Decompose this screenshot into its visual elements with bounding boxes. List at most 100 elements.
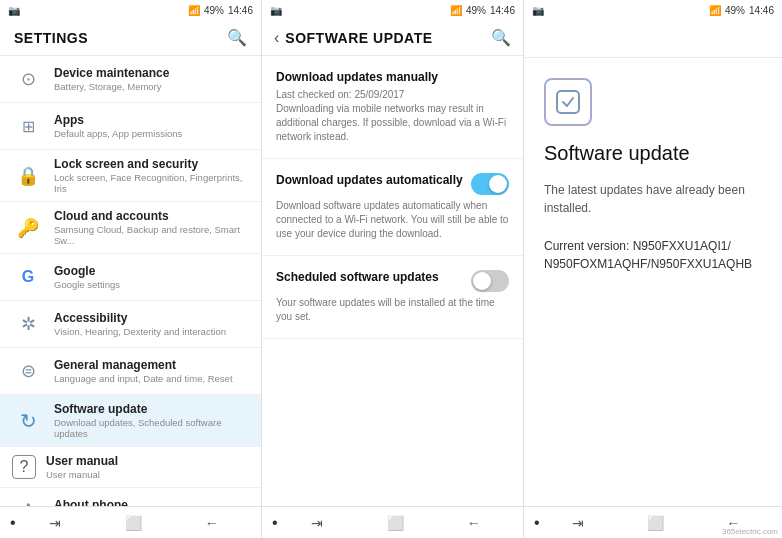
scheduled-updates-option[interactable]: Scheduled software updates Your software… [262, 256, 523, 339]
battery-2: 49% [466, 5, 486, 16]
download-automatically-option[interactable]: Download updates automatically Download … [262, 159, 523, 256]
general-text: General management Language and input, D… [54, 358, 233, 384]
download-automatically-header: Download updates automatically [276, 173, 509, 195]
cloud-subtitle: Samsung Cloud, Backup and restore, Smart… [54, 224, 249, 246]
software-update-search[interactable]: 🔍 [491, 28, 511, 47]
apps-icon: ⊞ [12, 110, 44, 142]
battery-3: 49% [725, 5, 745, 16]
status-right-3: 📶 49% 14:46 [709, 5, 774, 16]
lock-screen-text: Lock screen and security Lock screen, Fa… [54, 157, 249, 194]
back-button[interactable]: ‹ [274, 29, 279, 47]
apps-text: Apps Default apps, App permissions [54, 113, 182, 139]
download-manually-header: Download updates manually [276, 70, 509, 84]
user-manual-title: User manual [46, 454, 118, 468]
apps-subtitle: Default apps, App permissions [54, 128, 182, 139]
time-2: 14:46 [490, 5, 515, 16]
download-automatically-desc: Download software updates automatically … [276, 199, 509, 241]
watermark: 365electric.com [722, 527, 778, 536]
software-update-header: ‹ SOFTWARE UPDATE 🔍 [262, 20, 523, 56]
version-text: Current version: N950FXXU1AQI1/ N950FOXM… [544, 239, 752, 271]
accessibility-title: Accessibility [54, 311, 226, 325]
download-manually-desc: Last checked on: 25/09/2017Downloading v… [276, 88, 509, 144]
status-left-2: 📷 [270, 5, 282, 16]
scheduled-toggle[interactable] [471, 270, 509, 292]
cloud-icon: 🔑 [12, 212, 44, 244]
nav-recent-1[interactable]: ⇥ [16, 515, 94, 531]
user-manual-text: User manual User manual [46, 454, 118, 480]
bottom-nav-2: • ⇥ ⬜ ← [262, 506, 523, 538]
apps-title: Apps [54, 113, 182, 127]
download-auto-toggle[interactable] [471, 173, 509, 195]
settings-header: SETTINGS 🔍 [0, 20, 261, 56]
toggle-knob-auto [489, 175, 507, 193]
user-manual-icon: ? [12, 455, 36, 479]
settings-item-about[interactable]: ℹ About phone Status, Legal information,… [0, 488, 261, 506]
settings-item-google[interactable]: G Google Google settings [0, 254, 261, 301]
status-right-2: 📶 49% 14:46 [450, 5, 515, 16]
camera-icon-3: 📷 [532, 5, 544, 16]
google-text: Google Google settings [54, 264, 120, 290]
scheduled-updates-header: Scheduled software updates [276, 270, 509, 292]
about-text: About phone Status, Legal information, D… [54, 498, 220, 506]
nav-home-2[interactable]: ⬜ [356, 515, 434, 531]
accessibility-text: Accessibility Vision, Hearing, Dexterity… [54, 311, 226, 337]
scheduled-updates-desc: Your software updates will be installed … [276, 296, 509, 324]
accessibility-icon: ✲ [12, 308, 44, 340]
update-version: Current version: N950FXXU1AQI1/ N950FOXM… [544, 237, 762, 273]
signal-icon-2: 📶 [450, 5, 462, 16]
nav-back-1[interactable]: ← [173, 515, 251, 531]
nav-home-3[interactable]: ⬜ [617, 515, 694, 531]
settings-item-device-maintenance[interactable]: ⊙ Device maintenance Battery, Storage, M… [0, 56, 261, 103]
nav-back-2[interactable]: ← [435, 515, 513, 531]
update-result-icon [544, 78, 592, 126]
battery-1: 49% [204, 5, 224, 16]
camera-icon-2: 📷 [270, 5, 282, 16]
bottom-nav-1: • ⇥ ⬜ ← [0, 506, 261, 538]
software-update-title: Software update [54, 402, 249, 416]
signal-icon-1: 📶 [188, 5, 200, 16]
lock-screen-subtitle: Lock screen, Face Recognition, Fingerpri… [54, 172, 249, 194]
software-update-subtitle: Download updates, Scheduled software upd… [54, 417, 249, 439]
camera-icon-1: 📷 [8, 5, 20, 16]
device-maintenance-subtitle: Battery, Storage, Memory [54, 81, 169, 92]
cloud-text: Cloud and accounts Samsung Cloud, Backup… [54, 209, 249, 246]
update-result-title: Software update [544, 142, 690, 165]
device-maintenance-icon: ⊙ [12, 63, 44, 95]
status-left-1: 📷 [8, 5, 20, 16]
bottom-nav-3: • ⇥ ⬜ ← 365electric.com [524, 506, 782, 538]
status-bar-1: 📷 📶 49% 14:46 [0, 0, 261, 20]
google-icon: G [12, 261, 44, 293]
settings-item-lock-screen[interactable]: 🔒 Lock screen and security Lock screen, … [0, 150, 261, 202]
settings-item-user-manual[interactable]: ? User manual User manual [0, 447, 261, 488]
software-update-icon: ↻ [12, 405, 44, 437]
lock-screen-icon: 🔒 [12, 160, 44, 192]
download-automatically-title: Download updates automatically [276, 173, 463, 187]
nav-home-1[interactable]: ⬜ [94, 515, 172, 531]
general-title: General management [54, 358, 233, 372]
update-svg-icon [554, 88, 582, 116]
settings-item-apps[interactable]: ⊞ Apps Default apps, App permissions [0, 103, 261, 150]
software-update-panel: 📷 📶 49% 14:46 ‹ SOFTWARE UPDATE 🔍 Downlo… [262, 0, 524, 538]
software-update-text: Software update Download updates, Schedu… [54, 402, 249, 439]
nav-recent-2[interactable]: ⇥ [278, 515, 356, 531]
nav-recent-3[interactable]: ⇥ [540, 515, 617, 531]
download-manually-title: Download updates manually [276, 70, 501, 84]
update-result-panel: 📷 📶 49% 14:46 Software update The latest… [524, 0, 782, 538]
settings-item-general[interactable]: ⊜ General management Language and input,… [0, 348, 261, 395]
status-left-3: 📷 [532, 5, 544, 16]
settings-item-cloud[interactable]: 🔑 Cloud and accounts Samsung Cloud, Back… [0, 202, 261, 254]
settings-item-accessibility[interactable]: ✲ Accessibility Vision, Hearing, Dexteri… [0, 301, 261, 348]
settings-list: ⊙ Device maintenance Battery, Storage, M… [0, 56, 261, 506]
settings-item-software-update[interactable]: ↻ Software update Download updates, Sche… [0, 395, 261, 447]
svg-rect-0 [557, 91, 579, 113]
status-bar-3: 📷 📶 49% 14:46 [524, 0, 782, 20]
download-manually-option[interactable]: Download updates manually Last checked o… [262, 56, 523, 159]
update-options-list: Download updates manually Last checked o… [262, 56, 523, 506]
settings-search-button[interactable]: 🔍 [227, 28, 247, 47]
user-manual-subtitle: User manual [46, 469, 118, 480]
settings-title: SETTINGS [14, 30, 88, 46]
google-subtitle: Google settings [54, 279, 120, 290]
time-1: 14:46 [228, 5, 253, 16]
general-icon: ⊜ [12, 355, 44, 387]
general-subtitle: Language and input, Date and time, Reset [54, 373, 233, 384]
